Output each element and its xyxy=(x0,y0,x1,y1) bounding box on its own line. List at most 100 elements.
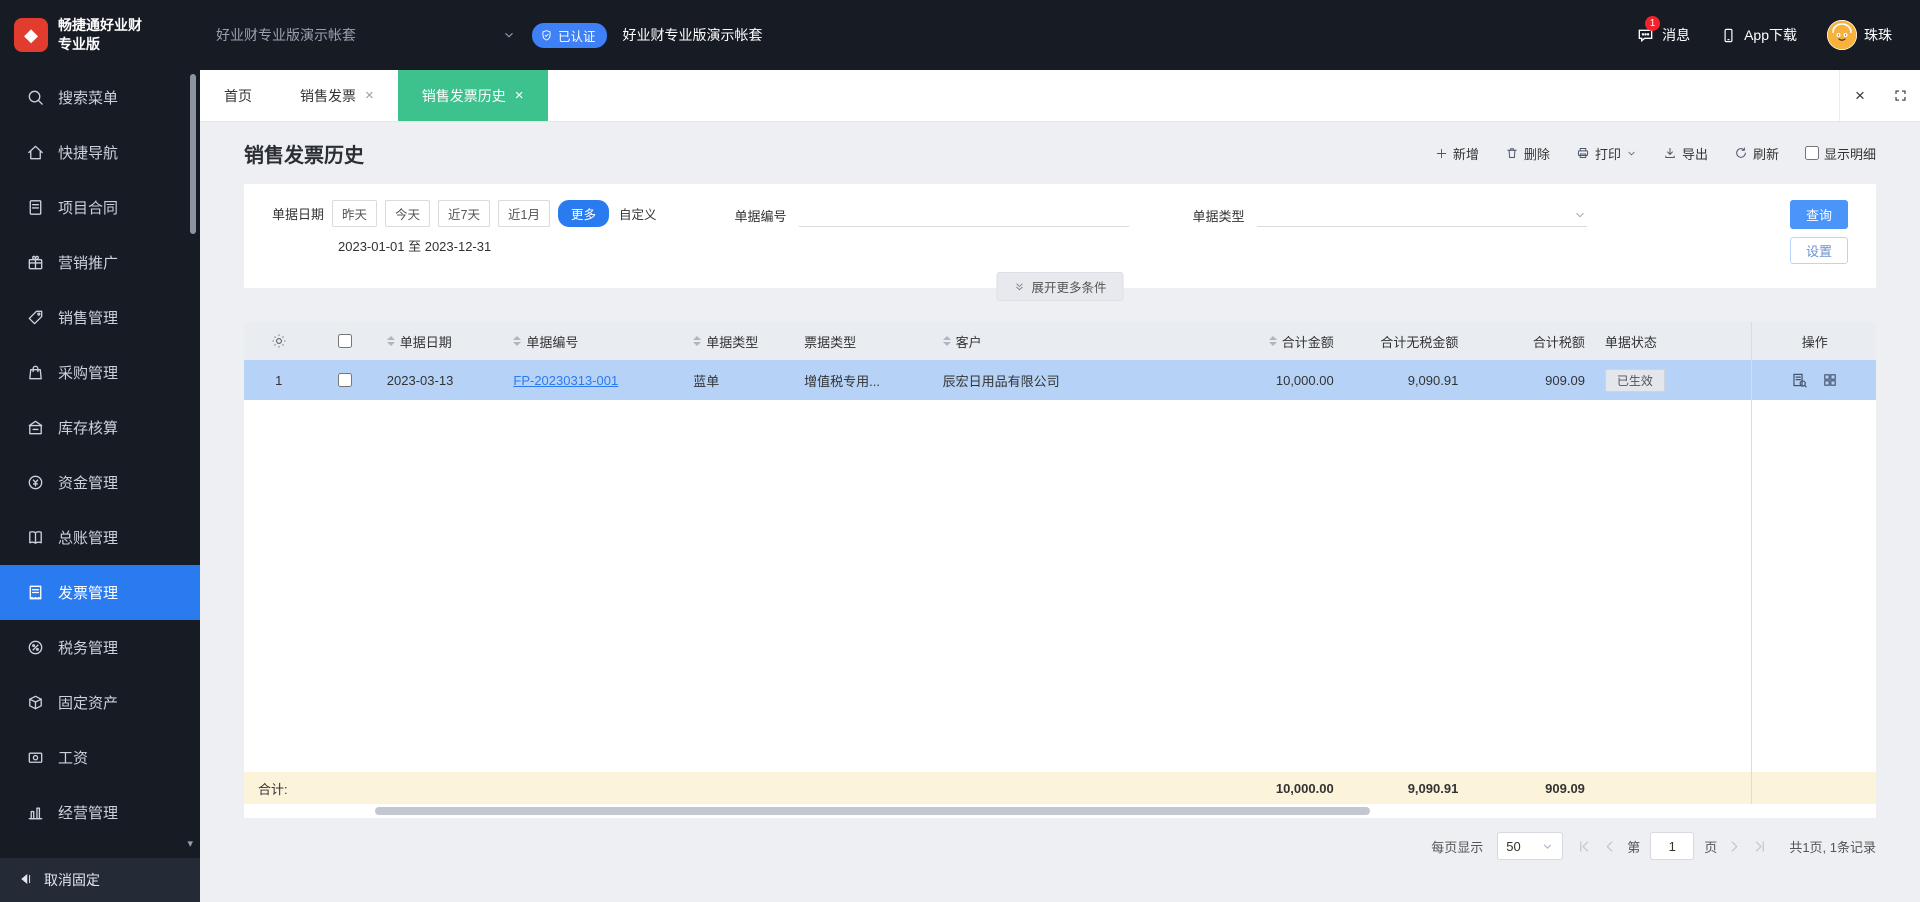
fullscreen-icon[interactable] xyxy=(1880,70,1920,121)
column-settings[interactable] xyxy=(244,322,313,360)
sidebar-item-purchase[interactable]: 采购管理 xyxy=(0,345,200,400)
date-last7days-button[interactable]: 近7天 xyxy=(438,200,490,227)
purchase-bag-icon xyxy=(26,363,45,382)
footer-label: 合计: xyxy=(258,781,288,797)
doc-no-input[interactable] xyxy=(798,203,1129,227)
home-icon xyxy=(26,143,45,162)
date-last1month-button[interactable]: 近1月 xyxy=(498,200,550,227)
sort-icon[interactable] xyxy=(942,336,951,346)
tab-sales-invoice-history[interactable]: 销售发票历史 × xyxy=(397,70,548,121)
account-selector-value: 好业财专业版演示帐套 xyxy=(216,27,356,43)
column-header-doc-no[interactable]: 单据编号 xyxy=(503,322,683,360)
doc-no-link[interactable]: FP-20230313-001 xyxy=(513,373,618,388)
date-today-button[interactable]: 今天 xyxy=(385,200,431,227)
tab-home[interactable]: 首页 xyxy=(200,70,276,121)
show-detail-checkbox[interactable] xyxy=(1804,146,1819,160)
print-button[interactable]: 打印 xyxy=(1576,144,1637,163)
gear-icon xyxy=(272,334,286,348)
sidebar-item-funds[interactable]: 资金管理 xyxy=(0,455,200,510)
sidebar-item-tax[interactable]: 税务管理 xyxy=(0,620,200,675)
cell-tax: 909.09 xyxy=(1545,372,1585,388)
table-footer-row: 合计: 10,000.00 9,090.91 909.09 xyxy=(244,772,1876,804)
sidebar-scroll-down-icon[interactable]: ▾ xyxy=(187,837,193,850)
sidebar-item-inventory[interactable]: 库存核算 xyxy=(0,400,200,455)
sidebar-item-project-contract[interactable]: 项目合同 xyxy=(0,180,200,235)
doc-no-label: 单据编号 xyxy=(734,208,787,224)
query-button[interactable]: 查询 xyxy=(1790,200,1848,229)
column-header-status[interactable]: 单据状态 xyxy=(1595,322,1733,360)
sidebar-item-ledger[interactable]: 总账管理 xyxy=(0,510,200,565)
column-header-tax[interactable]: 合计税额 xyxy=(1468,322,1595,360)
first-page-icon[interactable] xyxy=(1577,839,1592,854)
doc-type-select[interactable] xyxy=(1256,203,1587,227)
column-header-customer[interactable]: 客户 xyxy=(933,322,1221,360)
sort-icon[interactable] xyxy=(1268,336,1277,346)
select-all-checkbox[interactable] xyxy=(338,334,353,348)
assets-cube-icon xyxy=(26,693,45,712)
invoice-icon xyxy=(26,583,45,602)
app-logo[interactable]: ◆ 畅捷通好业财 专业版 xyxy=(0,0,200,70)
horizontal-scrollbar-thumb[interactable] xyxy=(374,807,1371,815)
certified-badge[interactable]: 已认证 xyxy=(532,22,607,48)
tab-close-icon[interactable]: × xyxy=(515,88,524,103)
preview-doc-icon[interactable] xyxy=(1791,372,1808,389)
sort-icon[interactable] xyxy=(693,336,702,346)
sidebar-item-label: 快捷导航 xyxy=(58,145,119,162)
refresh-button[interactable]: 刷新 xyxy=(1734,144,1779,163)
page-number-input[interactable] xyxy=(1650,832,1695,860)
sidebar-item-invoice[interactable]: 发票管理 xyxy=(0,565,200,620)
user-menu[interactable]: 珠珠 xyxy=(1827,20,1892,50)
column-label: 单据类型 xyxy=(706,334,759,350)
sidebar-item-label: 发票管理 xyxy=(58,585,119,602)
cell-total: 10,000.00 xyxy=(1275,372,1334,388)
page-content: 销售发票历史 新增 删除 打印 导出 刷新 显示明细 单据日期 昨天 今天 近7… xyxy=(200,122,1920,902)
date-custom-button[interactable]: 自定义 xyxy=(617,201,659,226)
sidebar-item-partial[interactable] xyxy=(0,840,200,858)
column-header-doc-date[interactable]: 单据日期 xyxy=(377,322,504,360)
tab-close-icon[interactable]: × xyxy=(365,88,374,103)
tab-sales-invoice[interactable]: 销售发票 × xyxy=(276,70,398,121)
last-page-icon[interactable] xyxy=(1752,839,1767,854)
page-title: 销售发票历史 xyxy=(244,144,364,167)
unpin-button[interactable]: 取消固定 xyxy=(0,858,200,902)
date-yesterday-button[interactable]: 昨天 xyxy=(332,200,378,227)
prev-page-icon[interactable] xyxy=(1602,839,1617,854)
column-header-doc-type[interactable]: 单据类型 xyxy=(683,322,794,360)
footer-total: 10,000.00 xyxy=(1275,780,1334,796)
tab-label: 销售发票历史 xyxy=(421,87,506,104)
messages-button[interactable]: 1 消息 xyxy=(1636,16,1690,45)
sidebar-item-search-menu[interactable]: 搜索菜单 xyxy=(0,70,200,125)
table-row[interactable]: 1 2023-03-13 FP-20230313-001 蓝单 增值税专用...… xyxy=(244,360,1876,400)
sidebar-item-marketing[interactable]: 营销推广 xyxy=(0,235,200,290)
sidebar-item-payroll[interactable]: 工资 xyxy=(0,730,200,785)
add-button[interactable]: 新增 xyxy=(1435,144,1479,163)
expand-more-button[interactable]: 展开更多条件 xyxy=(996,272,1124,301)
date-more-button[interactable]: 更多 xyxy=(557,200,609,227)
chevron-down-icon xyxy=(505,32,513,38)
sidebar-scrollbar-thumb[interactable] xyxy=(190,74,196,234)
column-header-total[interactable]: 合计金额 xyxy=(1221,322,1344,360)
column-header-total-no-tax[interactable]: 合计无税金额 xyxy=(1344,322,1469,360)
date-filter-label: 单据日期 xyxy=(272,207,325,222)
sort-icon[interactable] xyxy=(386,336,395,346)
delete-button[interactable]: 删除 xyxy=(1505,144,1550,163)
settings-button[interactable]: 设置 xyxy=(1790,237,1848,264)
sidebar-item-quick-nav[interactable]: 快捷导航 xyxy=(0,125,200,180)
column-header-bill-type[interactable]: 票据类型 xyxy=(794,322,932,360)
sidebar-item-sales[interactable]: 销售管理 xyxy=(0,290,200,345)
next-page-icon[interactable] xyxy=(1727,839,1742,854)
sidebar-item-operations[interactable]: 经营管理 xyxy=(0,785,200,840)
export-button[interactable]: 导出 xyxy=(1663,144,1708,163)
grid-more-icon[interactable] xyxy=(1822,372,1838,388)
row-index: 1 xyxy=(275,372,283,388)
row-checkbox[interactable] xyxy=(338,373,353,387)
sort-icon[interactable] xyxy=(513,336,522,346)
account-name: 好业财专业版演示帐套 xyxy=(622,27,763,43)
per-page-select[interactable]: 50 xyxy=(1497,832,1564,860)
sidebar-item-fixed-assets[interactable]: 固定资产 xyxy=(0,675,200,730)
show-detail-toggle[interactable]: 显示明细 xyxy=(1804,144,1876,163)
app-download-button[interactable]: App下载 xyxy=(1720,25,1797,45)
close-all-icon[interactable]: × xyxy=(1840,70,1880,121)
account-selector[interactable]: 好业财专业版演示帐套 xyxy=(216,25,516,45)
sidebar-menu: 搜索菜单 快捷导航 项目合同 营销推广 销售管理 采购管理 库存核算 资金管理 … xyxy=(0,70,200,858)
